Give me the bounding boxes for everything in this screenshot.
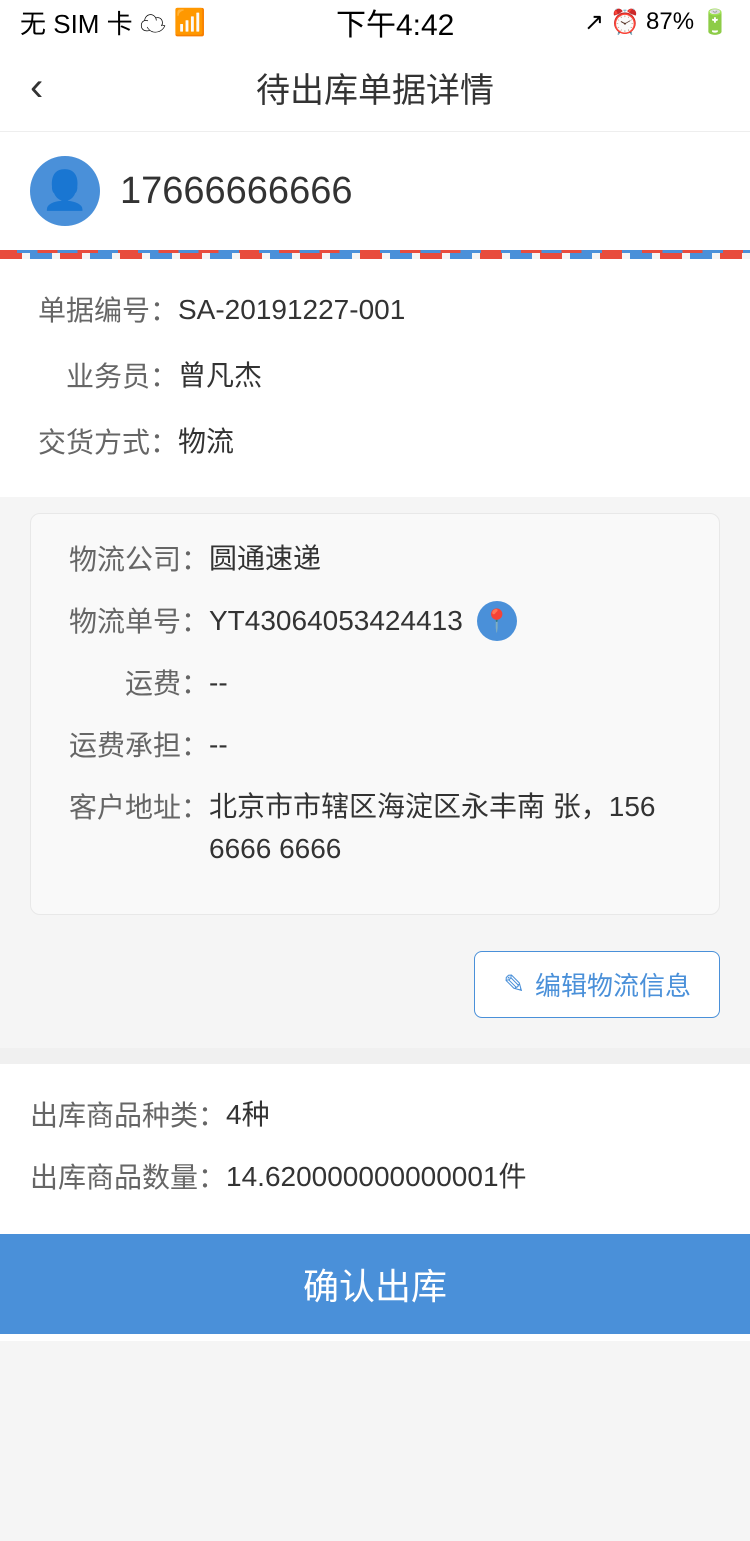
- goods-types-row: 出库商品种类： 4种: [30, 1094, 720, 1136]
- tracking-number-row: 物流单号： YT43064053424413 📍: [61, 600, 689, 642]
- delivery-method-value: 物流: [178, 421, 720, 463]
- status-time: 下午4:42: [336, 0, 454, 44]
- freight-bearer-label: 运费承担：: [61, 724, 209, 764]
- freight-value: --: [209, 662, 689, 704]
- freight-label: 运费：: [61, 662, 209, 702]
- back-button[interactable]: ‹: [30, 65, 43, 110]
- logistics-company-label: 物流公司：: [61, 538, 209, 578]
- goods-quantity-label: 出库商品数量：: [30, 1156, 226, 1196]
- address-label: 客户地址：: [61, 786, 209, 826]
- battery-icon: 🔋: [700, 8, 730, 37]
- avatar-icon: 👤: [41, 169, 88, 213]
- freight-bearer-value: --: [209, 724, 689, 766]
- customer-header: 👤 17666666666: [0, 132, 750, 253]
- freight-bearer-row: 运费承担： --: [61, 724, 689, 766]
- status-left: 无 SIM 卡 ☁ 📶: [20, 4, 206, 41]
- battery-level: 87%: [646, 8, 694, 36]
- avatar: 👤: [30, 156, 100, 226]
- location-icon: ↗: [584, 8, 604, 37]
- edit-icon: ✎: [503, 969, 525, 1000]
- status-right: ↗ ⏰ 87% 🔋: [584, 8, 730, 37]
- page-title: 待出库单据详情: [256, 63, 494, 112]
- status-bar: 无 SIM 卡 ☁ 📶 下午4:42 ↗ ⏰ 87% 🔋: [0, 0, 750, 44]
- address-row: 客户地址： 北京市市辖区海淀区永丰南 张，156 6666 6666: [61, 786, 689, 870]
- tracking-number-container: YT43064053424413 📍: [209, 600, 517, 642]
- sim-status: 无 SIM 卡 ☁: [20, 4, 166, 41]
- confirm-button-label: 确认出库: [303, 1258, 447, 1310]
- delivery-method-row: 交货方式： 物流: [30, 421, 720, 463]
- sales-person-label: 业务员：: [30, 355, 178, 395]
- freight-row: 运费： --: [61, 662, 689, 704]
- logistics-company-row: 物流公司： 圆通速递: [61, 538, 689, 580]
- doc-info-section: 单据编号： SA-20191227-001 业务员： 曾凡杰 交货方式： 物流: [0, 259, 750, 497]
- delivery-method-label: 交货方式：: [30, 421, 178, 461]
- edit-logistics-label: 编辑物流信息: [535, 966, 691, 1003]
- goods-quantity-row: 出库商品数量： 14.620000000000001件: [30, 1156, 720, 1198]
- alarm-icon: ⏰: [610, 8, 640, 37]
- goods-quantity-value: 14.620000000000001件: [226, 1156, 720, 1198]
- doc-number-row: 单据编号： SA-20191227-001: [30, 289, 720, 331]
- confirm-btn-bar[interactable]: 确认出库: [0, 1234, 750, 1334]
- customer-phone: 17666666666: [120, 170, 352, 213]
- edit-logistics-section: ✎ 编辑物流信息: [0, 935, 750, 1048]
- wifi-icon: 📶: [174, 7, 206, 38]
- doc-number-value: SA-20191227-001: [178, 289, 720, 331]
- logistics-card: 物流公司： 圆通速递 物流单号： YT43064053424413 📍 运费： …: [30, 513, 720, 915]
- goods-types-label: 出库商品种类：: [30, 1094, 226, 1134]
- logistics-company-value: 圆通速递: [209, 538, 689, 580]
- tracking-number-value: YT43064053424413: [209, 600, 463, 642]
- goods-types-value: 4种: [226, 1094, 720, 1136]
- sales-person-value: 曾凡杰: [178, 355, 720, 397]
- doc-number-label: 单据编号：: [30, 289, 178, 329]
- bottom-spacer: [0, 1341, 750, 1541]
- edit-logistics-button[interactable]: ✎ 编辑物流信息: [474, 951, 720, 1018]
- pin-icon: 📍: [483, 608, 510, 634]
- tracking-number-label: 物流单号：: [61, 600, 209, 640]
- nav-bar: ‹ 待出库单据详情: [0, 44, 750, 132]
- address-value: 北京市市辖区海淀区永丰南 张，156 6666 6666: [209, 786, 689, 870]
- track-location-icon[interactable]: 📍: [477, 601, 517, 641]
- sales-person-row: 业务员： 曾凡杰: [30, 355, 720, 397]
- section-divider: [0, 1048, 750, 1064]
